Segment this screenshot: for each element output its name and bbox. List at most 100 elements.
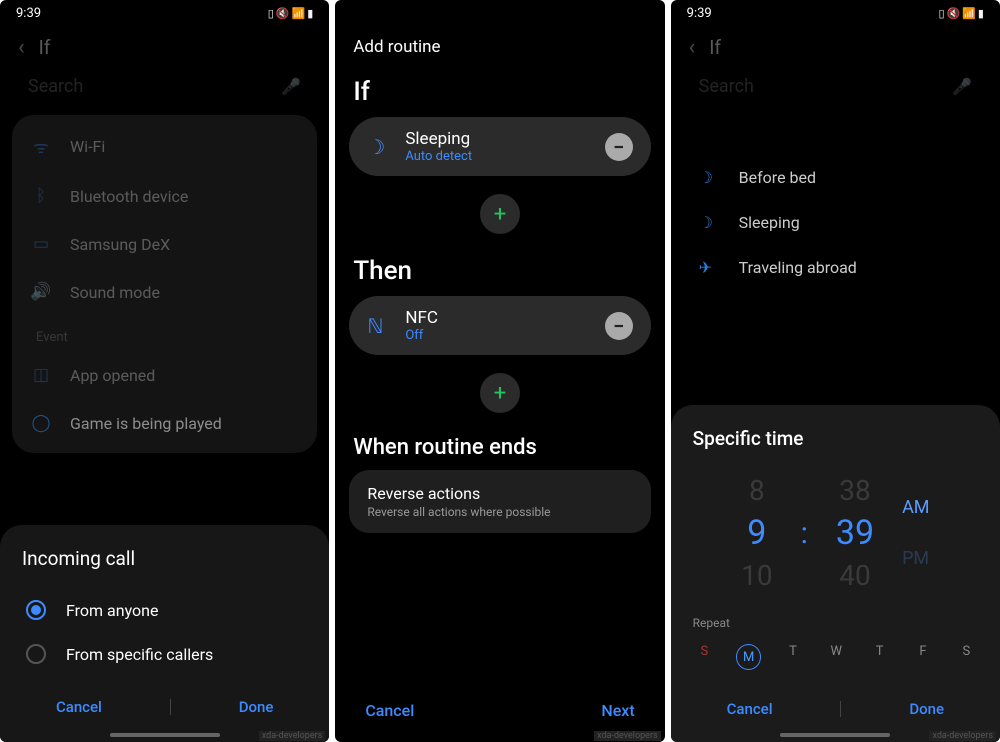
reverse-actions-card[interactable]: Reverse actions Reverse all actions wher… [349,470,650,533]
section-end: When routine ends [335,421,664,470]
day-tue[interactable]: T [781,644,804,670]
cancel-button[interactable]: Cancel [727,700,773,718]
back-icon[interactable]: ‹ [18,35,25,60]
app-header: ‹ If [671,25,1000,68]
screen-add-routine: 9:39 Add routine If ☽ Sleeping Auto dete… [335,0,664,742]
if-condition-card[interactable]: ☽ Sleeping Auto detect − [349,117,650,176]
option-from-anyone[interactable]: From anyone [22,588,307,632]
preset-before-bed[interactable]: ☽Before bed [671,155,1000,200]
home-indicator[interactable] [110,733,220,737]
mic-icon[interactable]: 🎤 [281,77,301,96]
modal-title: Incoming call [22,547,307,570]
watermark: xda-developers [259,731,326,741]
app-header: ‹ If [0,25,329,68]
day-sat[interactable]: S [955,644,978,670]
screen-if-conditions: 9:39 ▯🔇📶▮ ‹ If Search 🎤 ᯤWi-Fi ᛒBluetoot… [0,0,329,742]
screen-specific-time: 9:39 ▯🔇📶▮ ‹ If Search 🎤 ☽Before bed ☽Sle… [671,0,1000,742]
search-input[interactable]: Search 🎤 [671,68,1000,115]
search-input[interactable]: Search 🎤 [0,68,329,115]
page-title: If [39,36,51,59]
repeat-label: Repeat [693,616,978,630]
day-mon[interactable]: M [736,644,761,670]
watermark: xda-developers [594,731,661,741]
cancel-button[interactable]: Cancel [365,701,414,720]
nfc-icon: ℕ [367,314,391,338]
hour-wheel[interactable]: 8 9 10 [741,474,772,592]
card-subtitle: Auto detect [405,149,590,164]
radio-icon [26,644,46,664]
section-if: If [335,63,664,117]
clock: 9:39 [687,6,712,21]
card-subtitle: Reverse all actions where possible [367,505,632,519]
condition-dex[interactable]: ▭Samsung DeX [12,220,317,268]
watermark: xda-developers [929,731,996,741]
then-action-card[interactable]: ℕ NFC Off − [349,296,650,355]
sheet-title: Specific time [693,427,978,450]
page-title: If [709,36,721,59]
am-option[interactable]: AM [902,497,929,518]
option-specific-callers[interactable]: From specific callers [22,632,307,676]
sheet-actions: Cancel Done [693,700,978,718]
condition-list: ᯤWi-Fi ᛒBluetooth device ▭Samsung DeX 🔊S… [12,115,317,453]
remove-button[interactable]: − [605,133,633,161]
time-picker-sheet: Specific time 8 9 10 : 38 39 40 AM PM Re… [671,405,1000,742]
page-title: Add routine [335,25,664,63]
status-icons: ▯🔇📶▮ [938,7,984,20]
preset-sleeping[interactable]: ☽Sleeping [671,200,1000,245]
moon-icon: ☽ [699,168,721,187]
minute-selected: 39 [836,513,874,553]
condition-game[interactable]: ◯Game is being played [12,399,317,447]
card-title: Sleeping [405,129,590,149]
moon-icon: ☽ [367,135,391,159]
condition-app-opened[interactable]: ◫App opened [12,351,317,399]
pm-option[interactable]: PM [902,548,929,569]
dimmed-background: ‹ If Search 🎤 ᯤWi-Fi ᛒBluetooth device ▭… [0,25,329,453]
status-bar: 9:39 ▯🔇📶▮ [671,0,1000,25]
hour-selected: 9 [747,513,766,553]
day-fri[interactable]: F [911,644,934,670]
moon-icon: ☽ [699,213,721,232]
search-placeholder: Search [699,76,754,97]
bluetooth-icon: ᛒ [30,186,52,206]
back-icon[interactable]: ‹ [689,35,696,60]
divider [170,699,171,715]
condition-bluetooth[interactable]: ᛒBluetooth device [12,172,317,220]
remove-button[interactable]: − [605,312,633,340]
radio-checked-icon [26,600,46,620]
mic-icon[interactable]: 🎤 [952,77,972,96]
condition-wifi[interactable]: ᯤWi-Fi [12,121,317,172]
minute-wheel[interactable]: 38 39 40 [836,474,874,592]
day-wed[interactable]: W [825,644,848,670]
preset-traveling[interactable]: ✈Traveling abroad [671,245,1000,290]
status-bar: 9:39 ▯🔇📶▮ [0,0,329,25]
ampm-toggle[interactable]: AM PM [902,497,929,569]
card-title: NFC [405,308,590,328]
next-button[interactable]: Next [601,701,634,720]
time-separator: : [801,516,808,551]
sound-icon: 🔊 [30,282,52,302]
add-condition-button[interactable]: + [480,194,520,234]
done-button[interactable]: Done [909,700,944,718]
search-placeholder: Search [28,76,83,97]
clock: 9:39 [16,6,41,21]
dex-icon: ▭ [30,234,52,254]
footer-actions: Cancel Next [335,701,664,720]
day-thu[interactable]: T [868,644,891,670]
cancel-button[interactable]: Cancel [56,698,102,716]
game-icon: ◯ [30,413,52,433]
add-action-button[interactable]: + [480,373,520,413]
plane-icon: ✈ [699,258,721,277]
day-sun[interactable]: S [693,644,716,670]
time-picker[interactable]: 8 9 10 : 38 39 40 AM PM [693,468,978,606]
modal-actions: Cancel Done [22,698,307,716]
condition-sound[interactable]: 🔊Sound mode [12,268,317,316]
card-subtitle: Off [405,328,590,343]
home-indicator[interactable] [780,733,890,737]
apps-icon: ◫ [30,365,52,385]
wifi-icon: ᯤ [30,135,52,158]
category-label: Event [12,316,317,351]
incoming-call-modal: Incoming call From anyone From specific … [0,525,329,742]
done-button[interactable]: Done [239,698,274,716]
day-selector: S M T W T F S [693,630,978,678]
preset-list: ☽Before bed ☽Sleeping ✈Traveling abroad [671,155,1000,290]
